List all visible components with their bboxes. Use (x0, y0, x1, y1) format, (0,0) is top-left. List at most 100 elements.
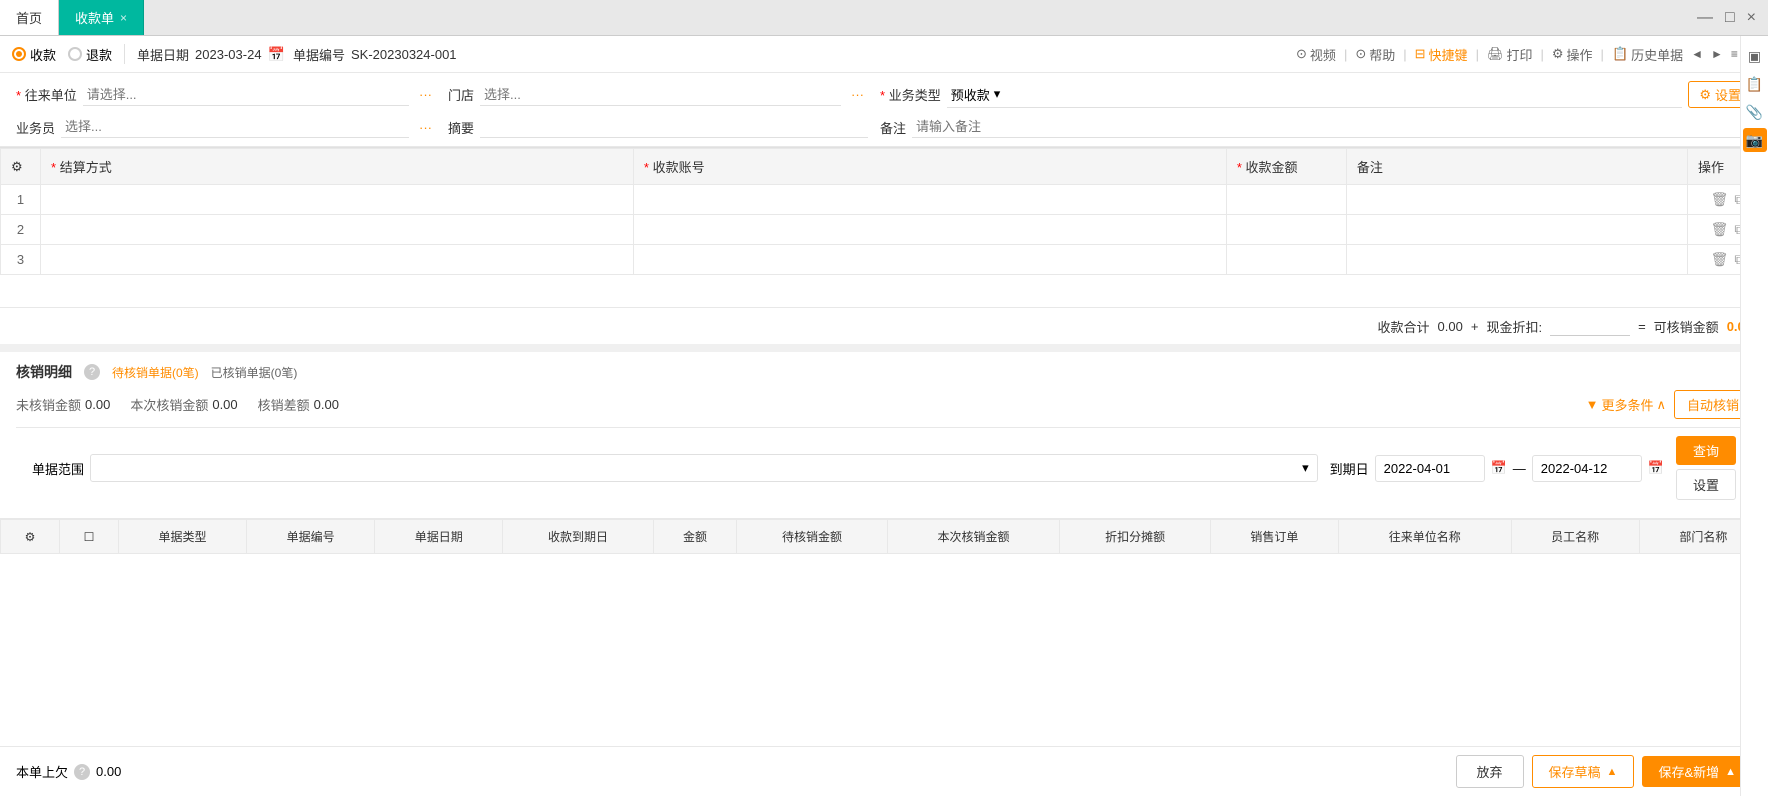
discount-input[interactable] (1550, 316, 1630, 336)
sidebar-icon-list[interactable]: 📋 (1743, 72, 1767, 96)
account-cell[interactable] (633, 215, 1226, 245)
staff-input[interactable] (61, 116, 409, 138)
business-type-select[interactable]: 预收款 ▾ (947, 82, 1683, 108)
help-link[interactable]: ⊙ 帮助 (1355, 45, 1395, 64)
range-select[interactable]: ▾ (90, 454, 1318, 482)
amount-cell[interactable] (1226, 215, 1346, 245)
summary-input[interactable] (480, 116, 868, 138)
this-order-info-icon[interactable]: ? (74, 764, 90, 780)
settings-btn-label: 设置 (1715, 85, 1741, 104)
number-label: 单据编号 (293, 45, 345, 64)
tab-close-icon[interactable]: × (120, 11, 127, 25)
operation-link[interactable]: ⚙ 操作 (1552, 45, 1593, 64)
discard-button[interactable]: 放弃 (1456, 755, 1524, 788)
completed-tab[interactable]: 已核销单据(0笔) (211, 364, 298, 381)
amount-cell[interactable] (1226, 185, 1346, 215)
shortcut-label: 快捷键 (1429, 45, 1468, 64)
diff-label: 核销差额 (258, 395, 310, 414)
plus-sign: + (1471, 319, 1479, 334)
verification-stats-row: 未核销金额 0.00 本次核销金额 0.00 核销差额 0.00 ▼ 更多条件 … (16, 390, 1752, 419)
nav-left-btn[interactable]: ◄ (1691, 47, 1703, 61)
date-from-input[interactable] (1375, 455, 1485, 482)
sidebar-icon-table[interactable]: ▣ (1743, 44, 1767, 68)
bottom-th-8: 本次核销金额 (887, 520, 1060, 554)
notes-input[interactable] (912, 116, 1752, 138)
row-number: 3 (1, 245, 41, 275)
settlement-cell[interactable] (41, 215, 634, 245)
store-input[interactable] (480, 84, 841, 106)
query-button[interactable]: 查询 (1676, 436, 1736, 465)
calendar-to-icon[interactable]: 📅 (1648, 460, 1664, 476)
receive-radio[interactable]: 收款 (12, 45, 56, 64)
tab-home[interactable]: 首页 (0, 0, 59, 35)
print-link[interactable]: 🖨 打印 (1487, 45, 1533, 64)
bottom-th-7: 待核销金额 (737, 520, 887, 554)
calendar-from-icon[interactable]: 📅 (1491, 460, 1507, 476)
form-row-2: 业务员 ··· 摘要 备注 (16, 116, 1752, 138)
current-label: 本次核销金额 (130, 395, 208, 414)
minimize-icon[interactable]: — (1693, 7, 1717, 29)
nav-right-btn[interactable]: ► (1711, 47, 1723, 61)
delete-row-icon[interactable]: 🗑 (1711, 191, 1729, 208)
tab-receipt-label: 收款单 (75, 8, 114, 27)
bottom-th-1[interactable]: ☐ (59, 520, 118, 554)
th-settlement: * 结算方式 (41, 149, 634, 185)
table-settings-icon[interactable]: ⚙ (11, 159, 23, 174)
settlement-cell[interactable] (41, 185, 634, 215)
this-order-value: 0.00 (96, 764, 121, 779)
settlement-cell[interactable] (41, 245, 634, 275)
main-content: 收款 退款 单据日期 2023-03-24 📅 单据编号 SK-20230324… (0, 36, 1768, 796)
save-new-chevron: ▲ (1725, 766, 1736, 778)
refund-label: 退款 (86, 45, 112, 64)
bottom-th-0[interactable]: ⚙ (1, 520, 60, 554)
tab-home-label: 首页 (16, 8, 42, 27)
date-to-input[interactable] (1532, 455, 1642, 482)
unchecked-stat: 未核销金额 0.00 (16, 395, 110, 414)
verification-info-icon[interactable]: ? (84, 364, 100, 380)
discount-label: 现金折扣: (1486, 317, 1542, 336)
history-link[interactable]: 📋 历史单据 (1612, 45, 1683, 64)
account-cell[interactable] (633, 245, 1226, 275)
receivable-label: 可核销金额 (1654, 317, 1719, 336)
summary-label: 摘要 (448, 118, 474, 137)
delete-row-icon[interactable]: 🗑 (1711, 221, 1729, 238)
dropdown-arrow: ▾ (994, 86, 1001, 102)
counterpart-more-icon[interactable]: ··· (415, 87, 436, 102)
staff-more-icon[interactable]: ··· (415, 120, 436, 135)
account-cell[interactable] (633, 185, 1226, 215)
counterpart-input[interactable] (83, 84, 409, 106)
verification-actions: ▼ 更多条件 ∧ 自动核销 (1586, 390, 1752, 419)
maximize-icon[interactable]: □ (1721, 7, 1739, 29)
sidebar-icon-photo[interactable]: 📷 (1743, 128, 1767, 152)
tab-receipt[interactable]: 收款单 × (59, 0, 144, 35)
date-icon[interactable]: 📅 (268, 46, 285, 63)
remarks-cell[interactable] (1346, 215, 1687, 245)
save-new-button[interactable]: 保存&新增 ▲ (1642, 756, 1752, 787)
bottom-header-row: ⚙☐单据类型单据编号单据日期收款到期日金额待核销金额本次核销金额折扣分摊额销售订… (1, 520, 1768, 554)
pending-tab[interactable]: 待核销单据(0笔) (112, 364, 199, 381)
store-more-icon[interactable]: ··· (847, 87, 868, 102)
help-label: 帮助 (1369, 45, 1395, 64)
filter-actions: 查询 设置 (1676, 436, 1736, 500)
more-conditions-link[interactable]: ▼ 更多条件 ∧ (1586, 395, 1666, 414)
refund-radio[interactable]: 退款 (68, 45, 112, 64)
save-draft-button[interactable]: 保存草稿 ▲ (1532, 755, 1635, 788)
remarks-cell[interactable] (1346, 245, 1687, 275)
filter-settings-button[interactable]: 设置 (1676, 469, 1736, 500)
store-field: 门店 ··· (448, 84, 868, 106)
list-view-icon[interactable]: ≡ (1731, 47, 1738, 61)
amount-cell[interactable] (1226, 245, 1346, 275)
th-settings[interactable]: ⚙ (1, 149, 41, 185)
close-window-icon[interactable]: × (1743, 7, 1760, 29)
video-link[interactable]: ⊙ 视频 (1296, 45, 1336, 64)
bottom-th-11: 往来单位名称 (1338, 520, 1511, 554)
remarks-cell[interactable] (1346, 185, 1687, 215)
sidebar-icon-attach[interactable]: 📎 (1743, 100, 1767, 124)
total-label: 收款合计 (1378, 317, 1430, 336)
delete-row-icon[interactable]: 🗑 (1711, 251, 1729, 268)
receipt-type-group: 收款 退款 (12, 45, 112, 64)
chevron-up-icon: ∧ (1656, 397, 1666, 413)
toolbar-right: ⊙ 视频 | ⊙ 帮助 | ⊟ 快捷键 | 🖨 打印 | ⚙ 操作 (1296, 45, 1756, 64)
staff-field: 业务员 ··· (16, 116, 436, 138)
shortcut-link[interactable]: ⊟ 快捷键 (1415, 45, 1468, 64)
